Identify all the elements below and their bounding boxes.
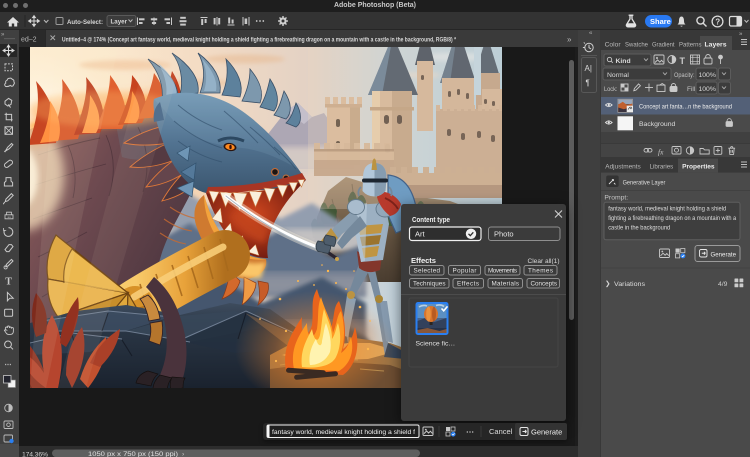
svg-text:Clear all(1): Clear all(1) (528, 258, 560, 265)
svg-text:⋯: ⋯ (255, 16, 265, 27)
svg-text:Art: Art (415, 230, 426, 239)
svg-text:Content type: Content type (412, 215, 450, 224)
svg-text:Gradient: Gradient (652, 42, 675, 49)
svg-text:»: » (1, 32, 5, 38)
svg-text:Patterns: Patterns (679, 42, 702, 49)
svg-text:fantasy world, medieval knight: fantasy world, medieval knight holding a… (272, 429, 415, 436)
svg-text:A|: A| (585, 64, 592, 73)
svg-text:Science fic…: Science fic… (416, 341, 456, 348)
svg-text:100%: 100% (699, 86, 716, 93)
svg-text:❯: ❯ (605, 280, 610, 288)
svg-text:Effects: Effects (457, 281, 479, 288)
svg-text:Techniques: Techniques (413, 281, 446, 288)
svg-text:Prompt:: Prompt: (604, 195, 628, 202)
svg-text:Cancel: Cancel (489, 427, 513, 436)
svg-text:Popular: Popular (453, 268, 477, 275)
svg-text:Materials: Materials (492, 281, 520, 288)
svg-text:»: » (567, 35, 572, 44)
svg-text:Background: Background (639, 121, 675, 128)
svg-text:174.36%: 174.36% (22, 452, 48, 457)
svg-text:Variations: Variations (614, 281, 646, 288)
svg-text:T: T (5, 276, 12, 287)
svg-text:fx: fx (658, 148, 664, 157)
svg-text:100%: 100% (699, 72, 716, 79)
svg-text:T: T (680, 56, 686, 66)
svg-text:Normal: Normal (607, 72, 629, 79)
svg-text:Photo: Photo (494, 230, 514, 239)
svg-text:Concepts: Concepts (531, 281, 558, 288)
svg-text:castle in the background: castle in the background (608, 225, 670, 232)
svg-text:?: ? (715, 18, 720, 27)
svg-text:Untitled–4 @ 174% (Concept art: Untitled–4 @ 174% (Concept art fantasy w… (62, 37, 456, 44)
svg-text:¶: ¶ (586, 79, 590, 88)
svg-text:⋯: ⋯ (466, 428, 474, 437)
svg-text:Generate: Generate (531, 428, 562, 437)
svg-text:⋯: ⋯ (5, 362, 12, 369)
svg-text:fantasy world, medieval knight: fantasy world, medieval knight holding a… (608, 206, 726, 213)
svg-text:Themes: Themes (528, 268, 553, 275)
svg-text:Libraries: Libraries (650, 164, 674, 171)
svg-text:1050 px x 750 px (150 ppi): 1050 px x 750 px (150 ppi) (88, 451, 178, 457)
svg-text:Adjustments: Adjustments (605, 164, 641, 171)
svg-text:Concept art fanta…n the backgr: Concept art fanta…n the background (639, 104, 732, 111)
svg-text:Generative Layer: Generative Layer (623, 180, 667, 187)
svg-text:Selected: Selected (414, 268, 441, 275)
svg-text:Kind: Kind (616, 58, 631, 65)
svg-text:Effects: Effects (411, 256, 436, 265)
svg-text:Generate: Generate (711, 252, 737, 259)
svg-text:ed–2: ed–2 (21, 37, 37, 44)
svg-text:Color: Color (605, 42, 622, 49)
svg-text:Movements: Movements (488, 268, 517, 275)
svg-text:Lock:: Lock: (604, 86, 618, 93)
svg-text:4/9: 4/9 (718, 281, 728, 288)
svg-text:Properties: Properties (682, 164, 715, 171)
svg-text:Share: Share (650, 17, 671, 26)
svg-text:Opacity:: Opacity: (674, 72, 695, 79)
svg-text:Layers: Layers (705, 42, 727, 49)
svg-text:Auto-Select:: Auto-Select: (67, 19, 103, 26)
svg-text:›: › (182, 451, 184, 457)
svg-text:Swatche: Swatche (625, 42, 648, 49)
svg-text:Layer: Layer (111, 19, 128, 26)
svg-text:fighting a firebreathing drago: fighting a firebreathing dragon on a mou… (608, 215, 736, 222)
